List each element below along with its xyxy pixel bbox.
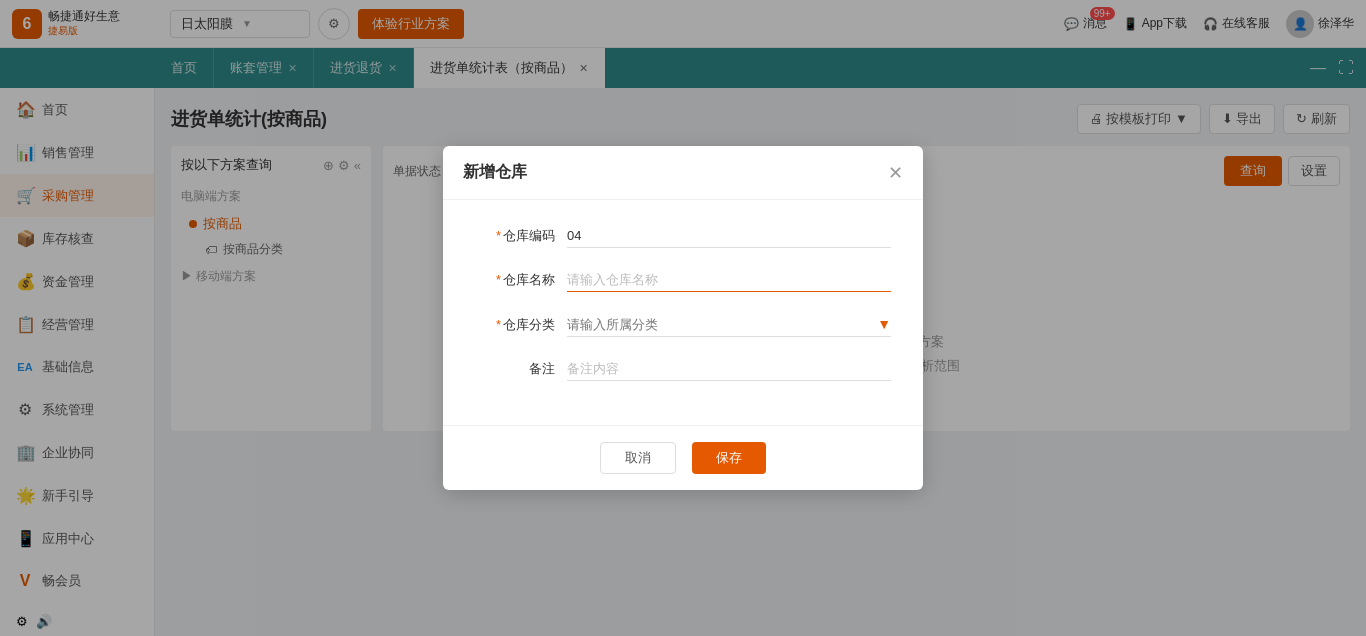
warehouse-category-select[interactable]: ▼ (567, 312, 891, 337)
new-warehouse-modal: 新增仓库 ✕ *仓库编码 *仓库名称 *仓库分类 (443, 146, 923, 490)
modal-title: 新增仓库 (463, 162, 527, 183)
modal-body: *仓库编码 *仓库名称 *仓库分类 ▼ (443, 200, 923, 425)
modal-header: 新增仓库 ✕ (443, 146, 923, 200)
warehouse-name-input[interactable] (567, 268, 891, 292)
modal-overlay: 新增仓库 ✕ *仓库编码 *仓库名称 *仓库分类 (0, 0, 1366, 636)
category-dropdown-icon: ▼ (877, 316, 891, 332)
warehouse-code-input[interactable] (567, 224, 891, 248)
warehouse-name-label: *仓库名称 (475, 271, 555, 289)
notes-input[interactable] (567, 357, 891, 381)
warehouse-category-label: *仓库分类 (475, 316, 555, 334)
modal-footer: 取消 保存 (443, 425, 923, 490)
notes-label: 备注 (475, 360, 555, 378)
cancel-button[interactable]: 取消 (600, 442, 676, 474)
warehouse-code-label: *仓库编码 (475, 227, 555, 245)
notes-row: 备注 (475, 357, 891, 381)
warehouse-category-input[interactable] (567, 317, 877, 332)
modal-close-button[interactable]: ✕ (888, 164, 903, 182)
save-button[interactable]: 保存 (692, 442, 766, 474)
warehouse-code-row: *仓库编码 (475, 224, 891, 248)
warehouse-category-row: *仓库分类 ▼ (475, 312, 891, 337)
warehouse-name-row: *仓库名称 (475, 268, 891, 292)
